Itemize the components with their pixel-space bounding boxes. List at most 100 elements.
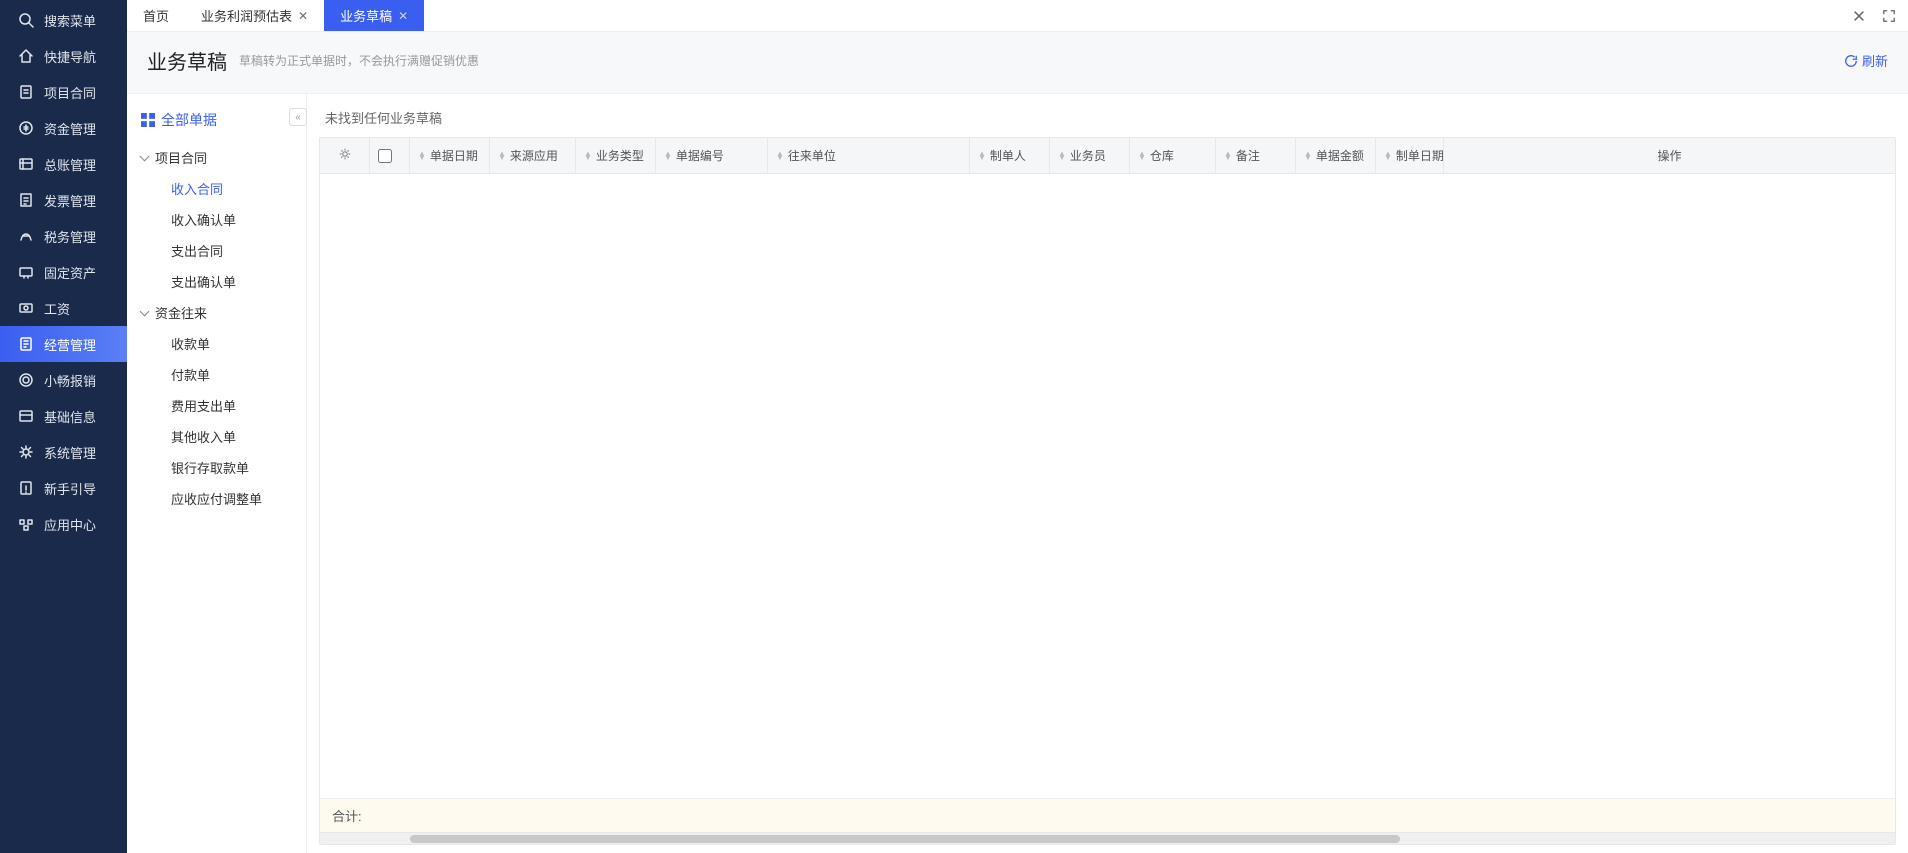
col-label: 业务员	[1070, 147, 1106, 164]
tree-group-0[interactable]: 项目合同	[127, 142, 306, 173]
tree-item-0-1[interactable]: 收入确认单	[127, 204, 306, 235]
close-icon[interactable]: ✕	[298, 9, 308, 23]
col-label: 单据金额	[1316, 147, 1364, 164]
sort-icon: ▲▼	[1304, 152, 1312, 160]
sort-icon: ▲▼	[1224, 152, 1232, 160]
sidebar-item-label: 搜索菜单	[44, 11, 96, 30]
asset-icon	[18, 264, 34, 280]
col-sales[interactable]: ▲▼ 业务员	[1050, 138, 1130, 173]
tree-item-0-0[interactable]: 收入合同	[127, 173, 306, 204]
invoice-icon	[18, 192, 34, 208]
table: ▲▼单据日期▲▼来源应用▲▼业务类型▲▼单据编号▲▼往来单位▲▼制单人▲▼业务员…	[319, 137, 1896, 845]
filter-all[interactable]: 全部单据	[127, 102, 306, 138]
close-icon[interactable]: ✕	[398, 9, 408, 23]
guide-icon	[18, 480, 34, 496]
sort-icon: ▲▼	[1384, 152, 1392, 160]
sidebar-item-label: 应用中心	[44, 515, 96, 534]
sort-icon: ▲▼	[1058, 152, 1066, 160]
col-op[interactable]: 操作	[1444, 138, 1895, 173]
col-partner[interactable]: ▲▼ 往来单位	[768, 138, 970, 173]
sidebar-item-doc[interactable]: 项目合同	[0, 74, 127, 110]
sidebar-item-base[interactable]: 基础信息	[0, 398, 127, 434]
col-amt[interactable]: ▲▼ 单据金额	[1296, 138, 1376, 173]
sidebar-item-system[interactable]: 系统管理	[0, 434, 127, 470]
tree-item-0-2[interactable]: 支出合同	[127, 235, 306, 266]
biz-icon	[18, 336, 34, 352]
tab-2[interactable]: 业务草稿 ✕	[324, 0, 424, 31]
tree-item-1-4[interactable]: 银行存取款单	[127, 452, 306, 483]
refresh-button[interactable]: 刷新	[1844, 51, 1888, 70]
content: 未找到任何业务草稿 ▲▼单据日期▲▼来源应用▲▼业务类型▲▼单据编号▲▼往来单位…	[307, 94, 1908, 853]
sidebar-item-ledger[interactable]: 总账管理	[0, 146, 127, 182]
page-header: 业务草稿 草稿转为正式单据时，不会执行满赠促销优惠 刷新	[127, 32, 1908, 94]
tree-item-0-3[interactable]: 支出确认单	[127, 266, 306, 297]
col-date[interactable]: ▲▼单据日期	[410, 138, 490, 173]
sidebar-item-biz[interactable]: 经营管理	[0, 326, 127, 362]
select-all-checkbox[interactable]	[378, 149, 392, 163]
sidebar-item-apps[interactable]: 应用中心	[0, 506, 127, 542]
col-label: 制单日期	[1396, 147, 1444, 164]
tab-label: 业务利润预估表	[201, 6, 292, 25]
sort-icon: ▲▼	[1138, 152, 1146, 160]
sort-icon: ▲▼	[584, 152, 592, 160]
tree-item-1-2[interactable]: 费用支出单	[127, 390, 306, 421]
tab-1[interactable]: 业务利润预估表 ✕	[185, 0, 324, 31]
col-wh[interactable]: ▲▼ 仓库	[1130, 138, 1216, 173]
tree-item-1-3[interactable]: 其他收入单	[127, 421, 306, 452]
sort-icon: ▲▼	[776, 152, 784, 160]
sidebar-item-search[interactable]: 搜索菜单	[0, 2, 127, 38]
sidebar-item-label: 项目合同	[44, 83, 96, 102]
horizontal-scrollbar[interactable]	[320, 832, 1895, 844]
sidebar-item-salary[interactable]: 工资	[0, 290, 127, 326]
sidebar-item-expense[interactable]: 小畅报销	[0, 362, 127, 398]
sort-icon: ▲▼	[498, 152, 506, 160]
col-src[interactable]: ▲▼来源应用	[490, 138, 576, 173]
ledger-icon	[18, 156, 34, 172]
sidebar-item-invoice[interactable]: 发票管理	[0, 182, 127, 218]
sidebar-item-label: 快捷导航	[44, 47, 96, 66]
col-label: 仓库	[1150, 147, 1174, 164]
scrollbar-thumb[interactable]	[410, 835, 1400, 843]
tab-0[interactable]: 首页	[127, 0, 185, 31]
col-mdate[interactable]: ▲▼ 制单日期	[1376, 138, 1444, 173]
tax-icon	[18, 228, 34, 244]
sidebar-item-label: 工资	[44, 299, 70, 318]
tree-group-1[interactable]: 资金往来	[127, 297, 306, 328]
sidebar-item-asset[interactable]: 固定资产	[0, 254, 127, 290]
tree-item-1-1[interactable]: 付款单	[127, 359, 306, 390]
sidebar-item-home[interactable]: 快捷导航	[0, 38, 127, 74]
collapse-panel-icon[interactable]: «	[289, 108, 307, 126]
col-chk[interactable]	[370, 138, 410, 173]
sidebar-item-label: 税务管理	[44, 227, 96, 246]
footer-total-label: 合计:	[332, 806, 362, 825]
tab-label: 首页	[143, 6, 169, 25]
filter-panel: 全部单据 « 项目合同收入合同收入确认单支出合同支出确认单资金往来收款单付款单费…	[127, 94, 307, 853]
tree-item-1-0[interactable]: 收款单	[127, 328, 306, 359]
col-no[interactable]: ▲▼单据编号	[656, 138, 768, 173]
col-gear[interactable]	[320, 138, 370, 173]
sidebar-item-fund[interactable]: 资金管理	[0, 110, 127, 146]
sidebar-item-label: 固定资产	[44, 263, 96, 282]
tree-item-1-5[interactable]: 应收应付调整单	[127, 483, 306, 514]
col-type[interactable]: ▲▼ 业务类型	[576, 138, 656, 173]
body: 全部单据 « 项目合同收入合同收入确认单支出合同支出确认单资金往来收款单付款单费…	[127, 94, 1908, 853]
filter-head-label: 全部单据	[161, 110, 217, 130]
fullscreen-icon[interactable]	[1880, 7, 1898, 25]
sidebar-item-label: 总账管理	[44, 155, 96, 174]
sidebar-item-tax[interactable]: 税务管理	[0, 218, 127, 254]
tab-label: 业务草稿	[340, 6, 392, 25]
sidebar-item-label: 系统管理	[44, 443, 96, 462]
grid-icon	[141, 113, 155, 127]
sidebar-item-label: 基础信息	[44, 407, 96, 426]
sidebar-item-label: 小畅报销	[44, 371, 96, 390]
sort-icon: ▲▼	[978, 152, 986, 160]
main: 首页 业务利润预估表 ✕ 业务草稿 ✕ 业务草稿 草稿转为正式单据时，不会执行满赠促销优…	[127, 0, 1908, 853]
col-note[interactable]: ▲▼备注	[1216, 138, 1296, 173]
col-label: 业务类型	[596, 147, 644, 164]
sidebar-item-guide[interactable]: 新手引导	[0, 470, 127, 506]
col-label: 往来单位	[788, 147, 836, 164]
sidebar-item-label: 经营管理	[44, 335, 96, 354]
close-all-icon[interactable]	[1850, 7, 1868, 25]
col-maker[interactable]: ▲▼制单人	[970, 138, 1050, 173]
page-title: 业务草稿	[147, 46, 227, 75]
